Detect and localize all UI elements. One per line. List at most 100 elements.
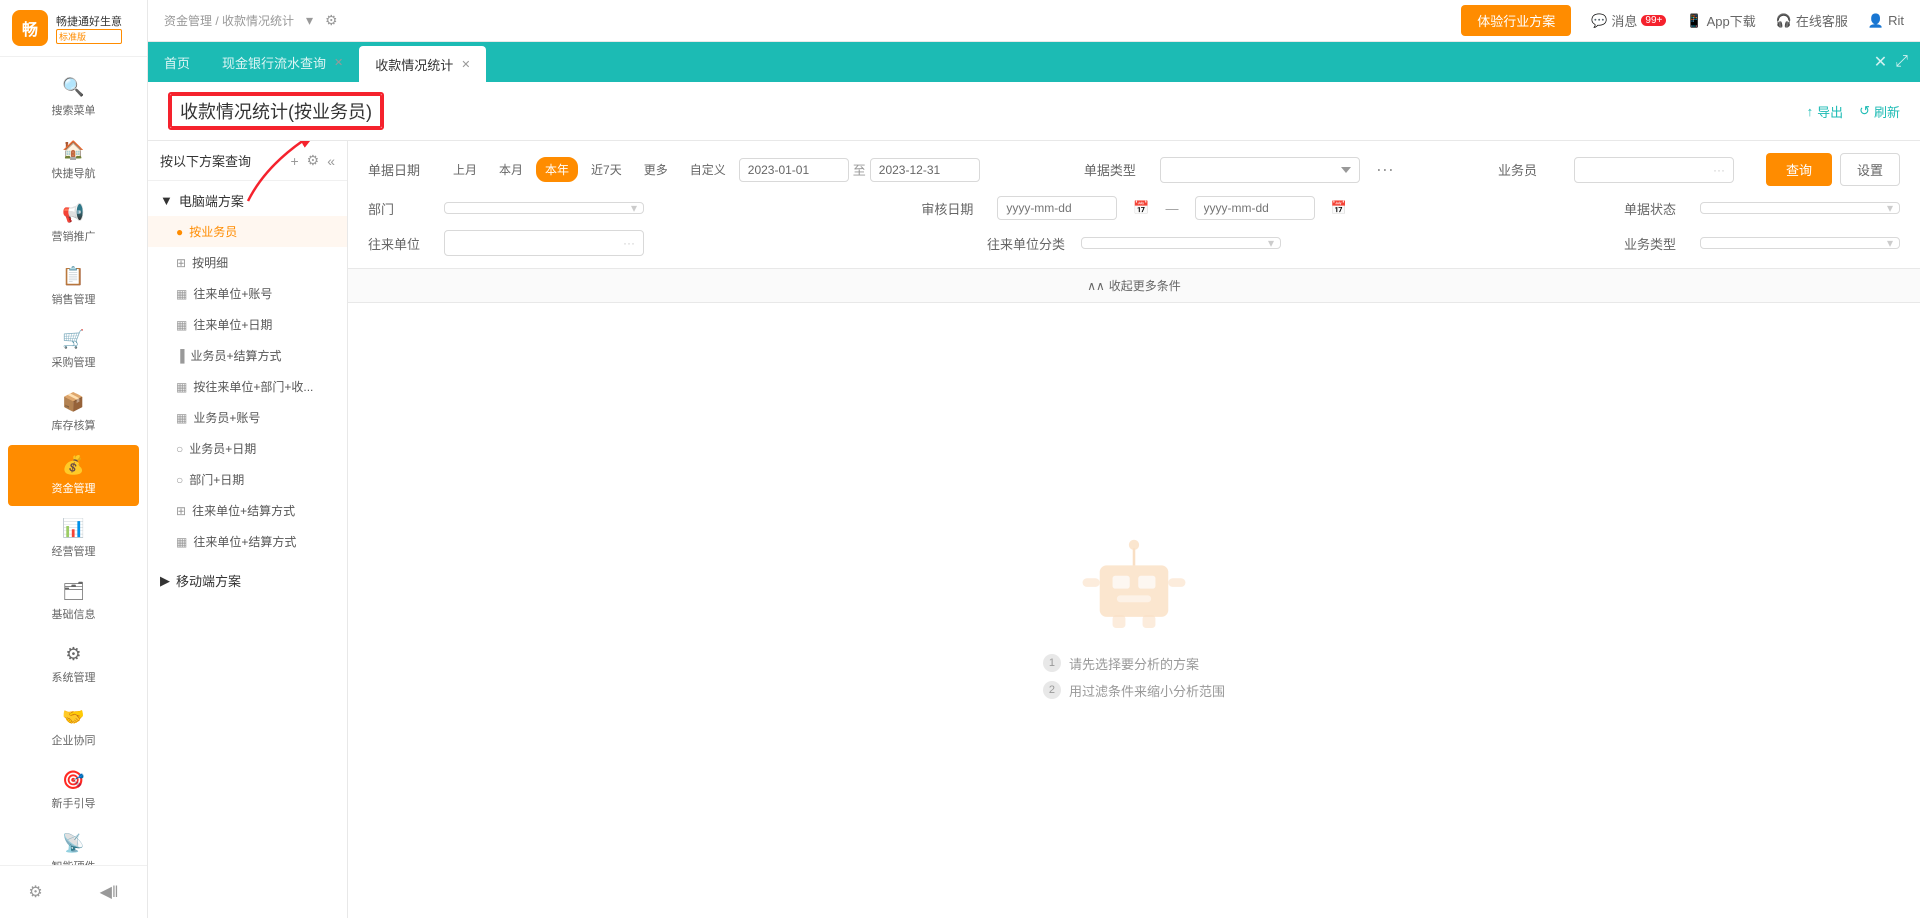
tree-group-label: 电脑端方案 — [179, 191, 244, 210]
voucher-type-select[interactable] — [1160, 157, 1360, 183]
tab-home[interactable]: 首页 — [148, 42, 206, 82]
tree-group-mobile-title[interactable]: ▶ 移动端方案 — [148, 565, 347, 596]
biz-type-select[interactable]: ▾ — [1700, 237, 1900, 249]
collapse-sidebar-icon[interactable]: ◀‖ — [96, 878, 123, 906]
review-date-from-input[interactable] — [997, 196, 1117, 220]
tab-bank[interactable]: 现金银行流水查询 ✕ — [206, 42, 359, 82]
this-month-shortcut[interactable]: 本月 — [490, 157, 532, 182]
voucher-type-label: 单据类型 — [1084, 160, 1144, 179]
trial-button[interactable]: 体验行业方案 — [1461, 5, 1571, 36]
sidebar-item-iot[interactable]: 📡 智能硬件 — [8, 823, 139, 865]
online-service-btn[interactable]: 🎧 在线客服 — [1776, 11, 1848, 30]
tree-item-unit-date[interactable]: ▦ 往来单位+日期 — [148, 309, 347, 340]
tree-item-label: 往来单位+账号 — [193, 285, 272, 302]
chevron-down-icon[interactable]: ▾ — [306, 12, 313, 29]
last7-shortcut[interactable]: 近7天 — [582, 157, 631, 182]
gear-icon: ⚙ — [65, 644, 81, 665]
tree-item-dept-date[interactable]: ○ 部门+日期 — [148, 464, 347, 495]
sidebar-item-sales[interactable]: 📋 销售管理 — [8, 256, 139, 317]
tree-group-desktop-title[interactable]: ▼ 电脑端方案 — [148, 185, 347, 216]
left-panel: 按以下方案查询 + ⚙ « — [148, 141, 348, 918]
tab-close-window-icon[interactable]: ✕ — [1874, 52, 1887, 72]
bank-tab-label: 现金银行流水查询 — [222, 53, 326, 72]
empty-tip-2: 2 用过滤条件来缩小分析范围 — [1043, 681, 1225, 700]
tree-item-unit-dept[interactable]: ▦ 按往来单位+部门+收... — [148, 371, 347, 402]
sidebar-item-marketing[interactable]: 📢 营销推广 — [8, 193, 139, 254]
tab-close-receipt[interactable]: ✕ — [461, 58, 470, 71]
settings-bottom-icon[interactable]: ⚙ — [24, 878, 46, 906]
tab-close-bank[interactable]: ✕ — [334, 56, 343, 69]
sidebar-item-system[interactable]: ⚙ 系统管理 — [8, 634, 139, 695]
tree-item-by-detail[interactable]: ⊞ 按明细 — [148, 247, 347, 278]
tree-item-by-salesman[interactable]: ● 按业务员 — [148, 216, 347, 247]
date-from-input[interactable] — [739, 158, 849, 182]
calendar-from-icon[interactable]: 📅 — [1133, 200, 1149, 216]
dept-select[interactable]: ▾ — [444, 202, 644, 214]
tree-item-label: 按往来单位+部门+收... — [193, 378, 313, 395]
query-button[interactable]: 查询 — [1766, 153, 1832, 186]
tree-item-salesman-account[interactable]: ▦ 业务员+账号 — [148, 402, 347, 433]
filter-area: 单据日期 上月 本月 本年 近7天 更多 自定义 至 — [348, 141, 1920, 269]
doc-status-select[interactable]: ▾ — [1700, 202, 1900, 214]
counterparty-category-select[interactable]: ▾ — [1081, 237, 1281, 249]
tree-item-unit-settlement2[interactable]: ▦ 往来单位+结算方式 — [148, 526, 347, 557]
tree-item-salesman-settlement[interactable]: ▐ 业务员+结算方式 — [148, 340, 347, 371]
sidebar-item-warehouse[interactable]: 📦 库存核算 — [8, 382, 139, 443]
empty-tip-1: 1 请先选择要分析的方案 — [1043, 654, 1225, 673]
user-icon: 👤 — [1868, 13, 1884, 29]
sidebar-item-search[interactable]: 🔍 搜索菜单 — [8, 67, 139, 128]
tree-group-desktop: ▼ 电脑端方案 ● 按业务员 ⊞ 按明细 ▦ 往 — [148, 181, 347, 561]
counterparty-input[interactable]: ··· — [444, 230, 644, 256]
refresh-label: 刷新 — [1874, 102, 1900, 121]
sidebar-item-enterprise[interactable]: 🤝 企业协同 — [8, 697, 139, 758]
page-title-bar: 收款情况统计(按业务员) ↑ 导出 ↺ 刷新 — [148, 82, 1920, 141]
sidebar-item-quicknav[interactable]: 🏠 快捷导航 — [8, 130, 139, 191]
this-year-shortcut[interactable]: 本年 — [536, 157, 578, 182]
user-info[interactable]: 👤 Rit — [1868, 13, 1904, 29]
finance-icon: 💰 — [62, 455, 84, 476]
date-to-input[interactable] — [870, 158, 980, 182]
sidebar-item-finance[interactable]: 💰 资金管理 — [8, 445, 139, 506]
biz-chevron-icon: ▾ — [1887, 236, 1893, 250]
more-shortcut[interactable]: 更多 — [635, 157, 677, 182]
settings-header-icon[interactable]: ⚙ — [325, 12, 338, 29]
sidebar-item-basic[interactable]: 🗂 基础信息 — [8, 571, 139, 632]
message-btn[interactable]: 💬 消息 99+ — [1591, 11, 1666, 30]
tree-item-unit-account[interactable]: ▦ 往来单位+账号 — [148, 278, 347, 309]
review-date-to-input[interactable] — [1195, 196, 1315, 220]
tree-item-unit-settlement1[interactable]: ⊞ 往来单位+结算方式 — [148, 495, 347, 526]
sidebar-item-newbie[interactable]: 🎯 新手引导 — [8, 760, 139, 821]
sidebar-item-purchase[interactable]: 🛒 采购管理 — [8, 319, 139, 380]
collapse-bar[interactable]: ∧∧ 收起更多条件 — [348, 269, 1920, 303]
settings-button[interactable]: 设置 — [1840, 153, 1900, 186]
scheme-settings-icon[interactable]: ⚙ — [307, 152, 320, 169]
filter-row-1: 单据日期 上月 本月 本年 近7天 更多 自定义 至 — [368, 153, 1900, 186]
header-left: 资金管理 / 收款情况统计 ▾ ⚙ — [164, 12, 338, 29]
tab-maximize-icon[interactable]: ⤢ — [1895, 53, 1908, 71]
collapse-panel-icon[interactable]: « — [327, 153, 335, 169]
sidebar-item-label: 基础信息 — [52, 606, 96, 622]
empty-illustration — [1074, 514, 1194, 634]
sidebar-item-label: 企业协同 — [52, 732, 96, 748]
tree-item-label: 业务员+日期 — [189, 440, 256, 457]
custom-shortcut[interactable]: 自定义 — [681, 157, 735, 182]
tree-mobile-label: 移动端方案 — [176, 571, 241, 590]
app-download-label: App下载 — [1707, 11, 1756, 30]
add-scheme-icon[interactable]: + — [290, 153, 298, 169]
phone-icon: 📱 — [1686, 13, 1702, 29]
sidebar: 畅 畅捷通好生意 标准版 🔍 搜索菜单 🏠 快捷导航 📢 营销推广 📋 — [0, 0, 148, 918]
export-button[interactable]: ↑ 导出 — [1807, 102, 1844, 121]
last-month-shortcut[interactable]: 上月 — [444, 157, 486, 182]
refresh-button[interactable]: ↺ 刷新 — [1859, 102, 1900, 121]
salesman-input[interactable]: ··· — [1574, 157, 1734, 183]
tab-receipt[interactable]: 收款情况统计 ✕ — [359, 46, 486, 82]
tree-item-salesman-date[interactable]: ○ 业务员+日期 — [148, 433, 347, 464]
voucher-type-more-icon[interactable]: ··· — [1376, 159, 1394, 180]
app-download-btn[interactable]: 📱 App下载 — [1686, 11, 1755, 30]
tree-item-label: 往来单位+结算方式 — [193, 533, 296, 550]
review-date-dash: — — [1166, 201, 1179, 216]
calendar-to-icon[interactable]: 📅 — [1331, 200, 1347, 216]
sidebar-item-operation[interactable]: 📊 经营管理 — [8, 508, 139, 569]
circle-icon: ○ — [176, 442, 183, 456]
left-panel-title: 按以下方案查询 — [160, 151, 251, 170]
